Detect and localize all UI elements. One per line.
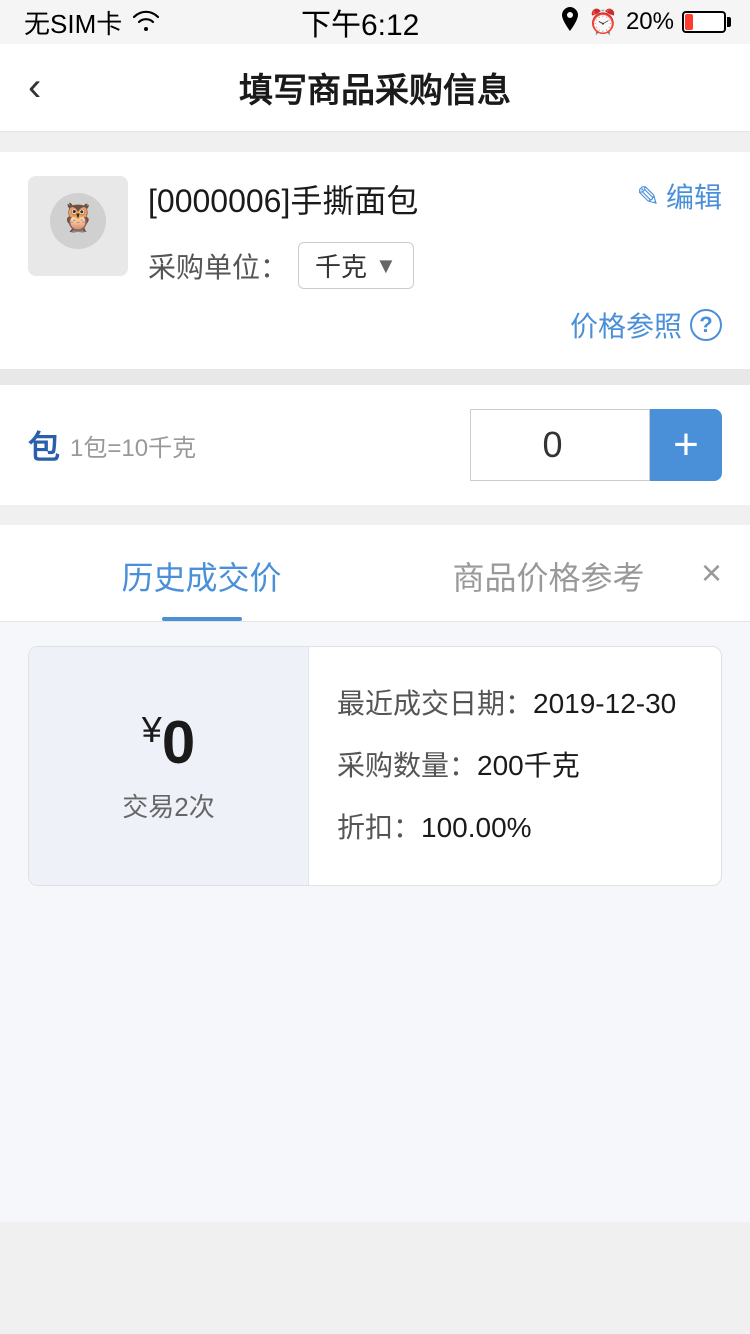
- qty-value: 200千克: [477, 750, 580, 781]
- svg-text:🦉: 🦉: [61, 202, 96, 234]
- status-bar: 无SIM卡 下午6:12 ⏰ 20%: [0, 0, 750, 44]
- price-card-right: 最近成交日期：2019-12-30 采购数量：200千克 折扣：100.00%: [309, 647, 721, 885]
- dropdown-arrow-icon: ▼: [375, 253, 397, 279]
- status-right: ⏰ 20%: [560, 7, 726, 38]
- price-trades: 交易2次: [122, 787, 214, 824]
- price-card: ¥0 交易2次 最近成交日期：2019-12-30 采购数量：200千克 折扣：…: [28, 646, 722, 886]
- date-label: 最近成交日期：: [337, 688, 533, 719]
- help-icon[interactable]: ?: [690, 309, 722, 341]
- quantity-input-row: +: [470, 409, 722, 481]
- quantity-label: 包 1包=10千克: [28, 422, 196, 468]
- product-name: [0000006]手撕面包: [148, 176, 418, 222]
- product-header: 🦉 [0000006]手撕面包 采购单位： 千克 ▼ ✎ 编辑: [28, 176, 722, 289]
- tab-close-button[interactable]: ×: [701, 552, 722, 594]
- unit-label: 采购单位：: [148, 246, 288, 286]
- price-value: 0: [162, 709, 195, 776]
- price-display: ¥0: [142, 708, 195, 777]
- edit-label: 编辑: [666, 176, 722, 216]
- status-time: 下午6:12: [301, 0, 419, 44]
- price-ref-link[interactable]: 价格参照: [570, 305, 682, 345]
- tabs-header: 历史成交价 商品价格参考 ×: [0, 525, 750, 621]
- nav-bar: ‹ 填写商品采购信息: [0, 44, 750, 132]
- price-card-container: ¥0 交易2次 最近成交日期：2019-12-30 采购数量：200千克 折扣：…: [0, 622, 750, 910]
- tab1-label: 历史成交价: [121, 560, 281, 596]
- page-title: 填写商品采购信息: [239, 63, 511, 112]
- tab2-label: 商品价格参考: [452, 560, 644, 596]
- product-info: [0000006]手撕面包 采购单位： 千克 ▼: [148, 176, 418, 289]
- alarm-icon: ⏰: [588, 8, 618, 37]
- discount-label: 折扣：: [337, 812, 421, 843]
- product-unit-row: 采购单位： 千克 ▼: [148, 242, 418, 289]
- quantity-plus-button[interactable]: +: [650, 409, 722, 481]
- plus-icon: +: [673, 420, 699, 470]
- product-card: 🦉 [0000006]手撕面包 采购单位： 千克 ▼ ✎ 编辑 价格参照: [0, 152, 750, 369]
- quantity-sub-text: 1包=10千克: [70, 428, 196, 463]
- price-qty-row: 采购数量：200千克: [337, 745, 693, 787]
- discount-value: 100.00%: [421, 812, 532, 843]
- tab-history-price[interactable]: 历史成交价: [28, 525, 375, 621]
- battery-icon: [682, 11, 726, 33]
- date-value: 2019-12-30: [533, 688, 676, 719]
- product-left: 🦉 [0000006]手撕面包 采购单位： 千克 ▼: [28, 176, 418, 289]
- product-logo-icon: 🦉: [48, 191, 108, 261]
- wifi-icon: [132, 7, 160, 38]
- location-icon: [560, 7, 580, 38]
- price-card-left: ¥0 交易2次: [29, 647, 309, 885]
- unit-selector[interactable]: 千克 ▼: [298, 242, 414, 289]
- quantity-unit: 包: [28, 422, 60, 468]
- battery-percent: 20%: [626, 8, 674, 36]
- qty-label: 采购数量：: [337, 750, 477, 781]
- price-date-row: 最近成交日期：2019-12-30: [337, 683, 693, 725]
- edit-button[interactable]: ✎ 编辑: [637, 176, 722, 216]
- question-mark: ?: [699, 312, 712, 338]
- section-divider: [0, 369, 750, 385]
- unit-value: 千克: [315, 247, 367, 284]
- product-thumbnail: 🦉: [28, 176, 128, 276]
- edit-icon: ✎: [637, 180, 660, 213]
- main-content: ¥0 交易2次 最近成交日期：2019-12-30 采购数量：200千克 折扣：…: [0, 622, 750, 1222]
- price-ref-row: 价格参照 ?: [28, 305, 722, 345]
- carrier-text: 无SIM卡: [24, 4, 122, 41]
- quantity-row: 包 1包=10千克 +: [0, 385, 750, 505]
- price-discount-row: 折扣：100.00%: [337, 807, 693, 849]
- quantity-input[interactable]: [470, 409, 650, 481]
- yen-symbol: ¥: [142, 709, 162, 750]
- tab-price-reference[interactable]: 商品价格参考: [375, 525, 722, 621]
- status-left: 无SIM卡: [24, 4, 160, 41]
- tabs-container: 历史成交价 商品价格参考 ×: [0, 525, 750, 622]
- back-button[interactable]: ‹: [28, 65, 41, 110]
